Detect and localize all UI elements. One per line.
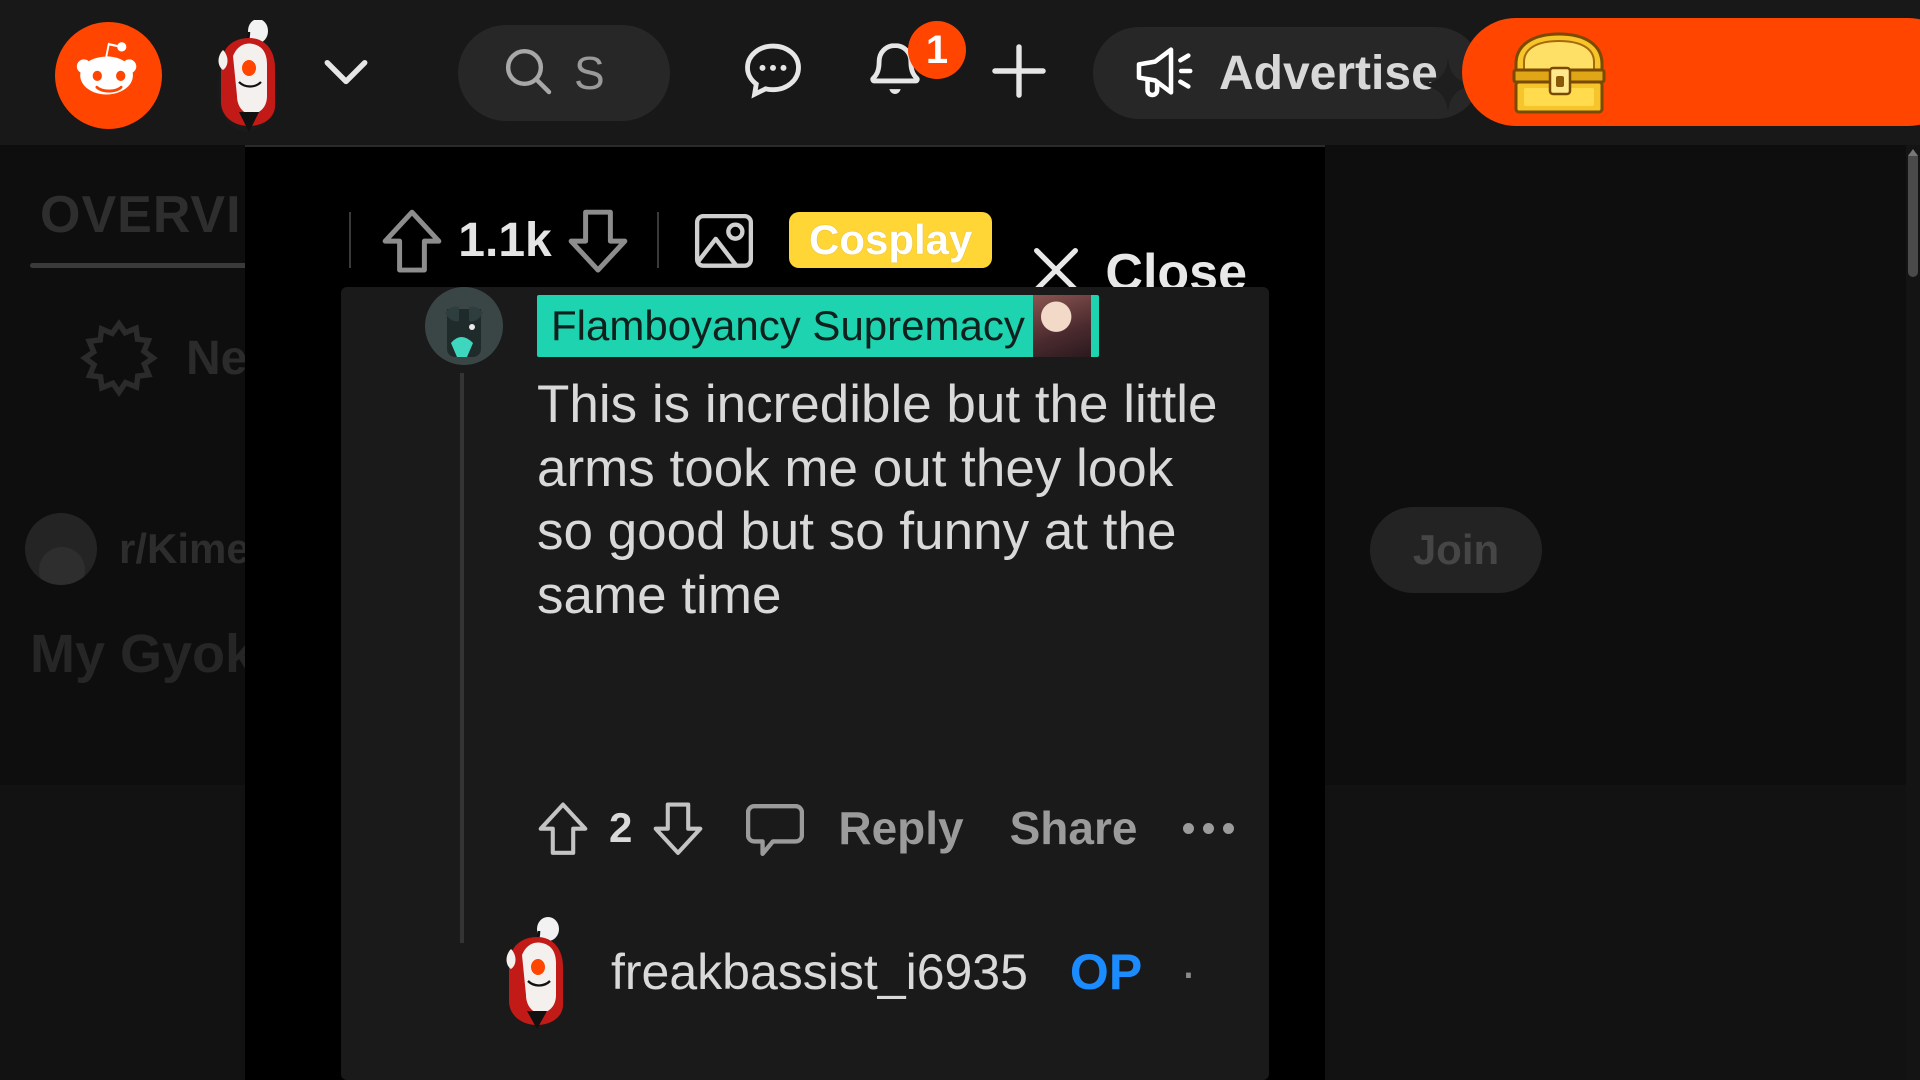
thread-line[interactable] — [460, 373, 464, 943]
page-scrollbar-thumb[interactable] — [1908, 152, 1918, 277]
replier-username[interactable]: freakbassist_i6935 — [611, 943, 1028, 1001]
reply-button[interactable]: Reply — [838, 801, 963, 855]
comment-score: 2 — [609, 804, 633, 851]
page-scrollbar-track[interactable] — [1906, 145, 1920, 1080]
toolbar-divider-2 — [657, 212, 659, 268]
burst-icon — [78, 317, 160, 399]
background-media-left — [0, 785, 245, 1080]
comment-body-text: This is incredible but the little arms t… — [537, 375, 1218, 625]
search-icon — [500, 43, 556, 104]
top-navigation-bar: S 1 Advertise — [0, 0, 1920, 145]
replier-avatar[interactable] — [491, 917, 587, 1029]
post-vote-count: 1.1k — [458, 213, 552, 267]
comment-action-bar: 2 Reply Share — [537, 799, 1235, 857]
user-thumbnail — [1032, 295, 1091, 357]
reddit-home-button[interactable] — [55, 22, 162, 129]
reddit-alien-icon — [70, 34, 148, 117]
search-input[interactable]: S — [458, 25, 670, 121]
downvote-arrow-icon[interactable] — [652, 799, 704, 857]
create-post-button[interactable] — [980, 34, 1058, 112]
comment-author-highlight[interactable]: Flamboyancy Supremacy — [537, 295, 1099, 357]
post-title[interactable]: My Gyok — [30, 623, 255, 685]
chat-bubble-icon — [739, 37, 807, 110]
metadata-separator: · — [1180, 944, 1197, 1000]
upvote-arrow-icon[interactable] — [537, 799, 589, 857]
comment-bubble-icon[interactable] — [746, 800, 805, 857]
megaphone-icon — [1131, 39, 1195, 108]
comment-card: Flamboyancy Supremacy This is incredible… — [341, 287, 1269, 1080]
op-badge: OP — [1069, 944, 1143, 1000]
comment-author-name: Flamboyancy Supremacy — [551, 302, 1025, 349]
chevron-down-icon — [321, 54, 371, 93]
advertise-label: Advertise — [1219, 46, 1438, 100]
toolbar-divider — [349, 212, 351, 268]
upvote-arrow-icon[interactable] — [381, 206, 443, 274]
more-options-icon[interactable] — [1183, 822, 1235, 834]
plus-icon — [985, 37, 1053, 110]
app-screen: OVERVIEW New r/Kimets Join My Gyok S 1 A… — [0, 0, 1920, 1080]
scroll-up-arrow-icon[interactable] — [1907, 146, 1919, 158]
post-flair-tag[interactable]: Cosplay — [789, 212, 993, 268]
avatar — [217, 19, 277, 132]
rewards-button[interactable] — [1462, 18, 1920, 126]
notification-badge: 1 — [908, 21, 966, 79]
search-input-value[interactable]: S — [574, 46, 605, 100]
join-button[interactable]: Join — [1370, 507, 1542, 593]
background-media-right — [1325, 785, 1920, 1080]
reply-author-row: freakbassist_i6935 OP · — [491, 917, 1197, 1029]
downvote-arrow-icon[interactable] — [567, 206, 629, 274]
post-flair-label: Cosplay — [809, 216, 973, 263]
post-modal: 1.1k Cosplay Close Flamboyancy Supremacy… — [245, 145, 1325, 1080]
modal-top-divider — [245, 145, 1325, 147]
subreddit-avatar — [25, 513, 97, 585]
chat-button[interactable] — [734, 34, 812, 112]
account-menu-toggle[interactable] — [318, 48, 374, 98]
post-vote-group: 1.1k — [381, 206, 629, 274]
commenter-avatar[interactable] — [425, 287, 503, 365]
user-avatar-button[interactable] — [203, 19, 295, 132]
tab-active-underline — [30, 263, 280, 268]
treasure-chest-icon — [1504, 28, 1614, 116]
image-icon[interactable] — [693, 212, 755, 268]
share-button[interactable]: Share — [1010, 801, 1138, 855]
modal-toolbar: 1.1k Cosplay Close — [245, 185, 1325, 302]
